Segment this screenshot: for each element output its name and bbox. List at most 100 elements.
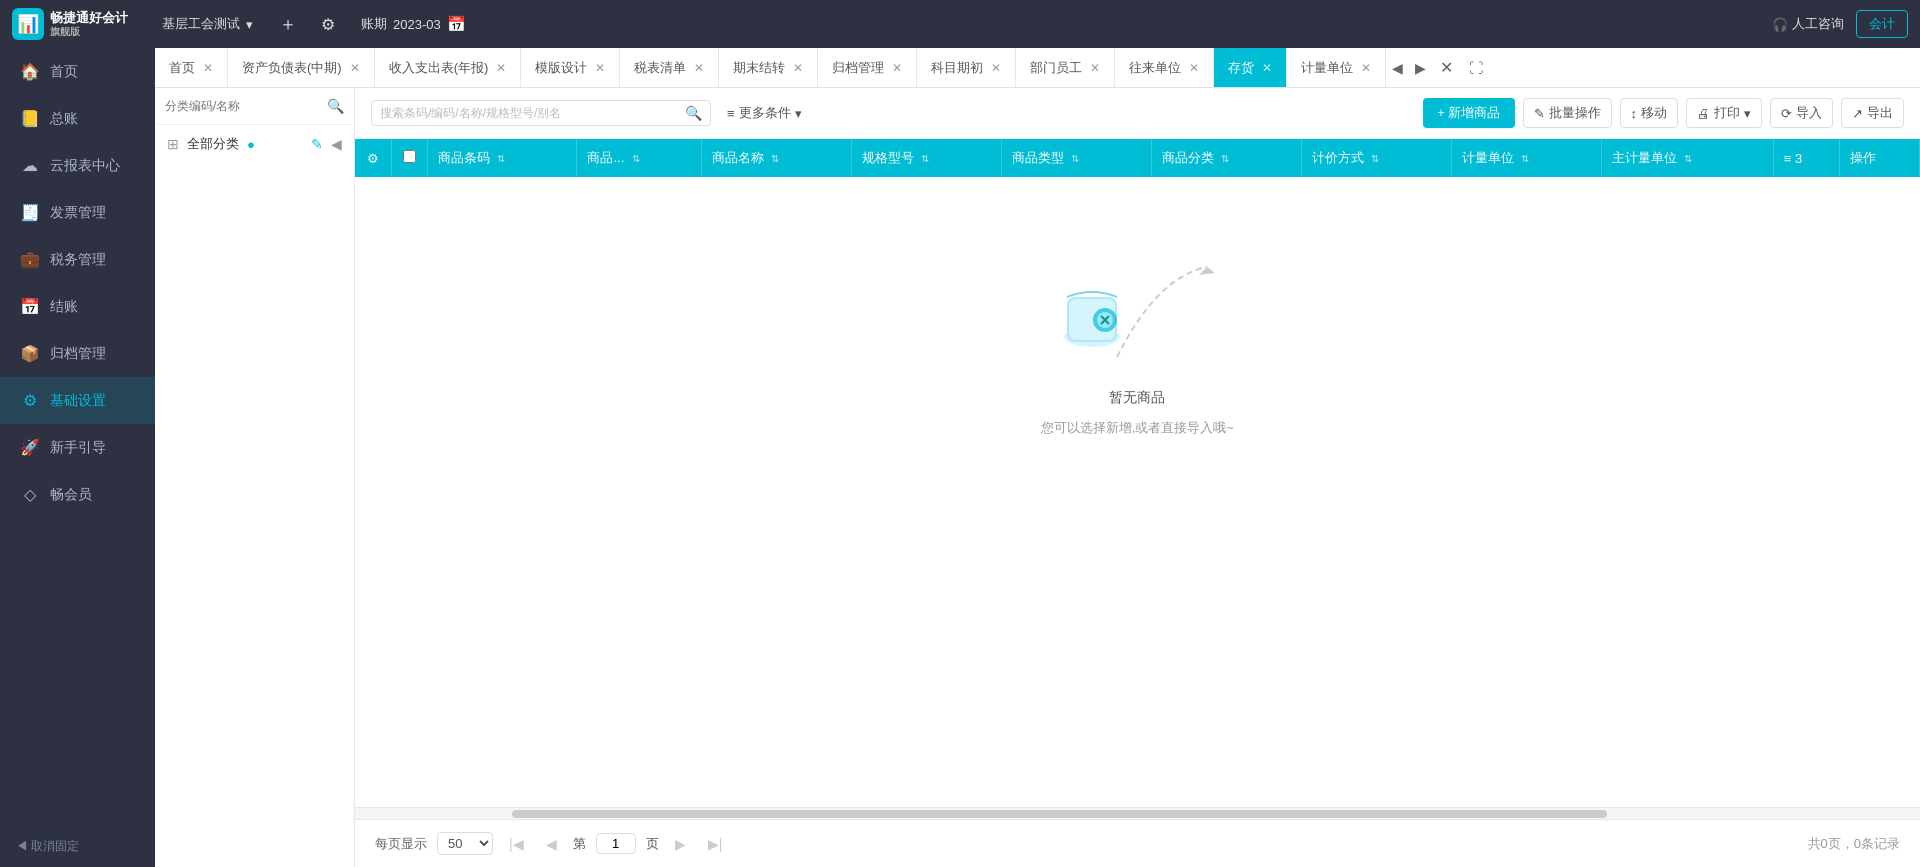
period-label: 账期 <box>361 15 387 33</box>
tab-period[interactable]: 期末结转 ✕ <box>719 48 818 87</box>
tab-template[interactable]: 模版设计 ✕ <box>521 48 620 87</box>
sidebar-item-close[interactable]: 📅 结账 <box>0 283 155 330</box>
category-search-input[interactable] <box>165 99 321 113</box>
member-icon: ◇ <box>20 485 40 504</box>
next-page-button[interactable]: ▶ <box>669 834 692 854</box>
tab-next-button[interactable]: ▶ <box>1409 48 1432 87</box>
page-number-input[interactable] <box>596 833 636 854</box>
col-checkbox[interactable] <box>391 139 427 177</box>
sidebar-item-guide[interactable]: 🚀 新手引导 <box>0 424 155 471</box>
tab-archive-close[interactable]: ✕ <box>892 62 902 74</box>
tab-income-close[interactable]: ✕ <box>496 62 506 74</box>
sidebar-item-settings[interactable]: ⚙ 基础设置 <box>0 377 155 424</box>
tab-dept-close[interactable]: ✕ <box>1090 62 1100 74</box>
category-active-indicator: ● <box>247 137 255 152</box>
move-button[interactable]: ↕ 移动 <box>1620 98 1679 128</box>
col-spec[interactable]: 规格型号 ⇅ <box>851 139 1001 177</box>
category-edit-button[interactable]: ✎ <box>311 136 323 152</box>
company-selector[interactable]: 基层工会测试 ▾ <box>154 11 261 37</box>
tab-balance[interactable]: 资产负债表(中期) ✕ <box>228 48 375 87</box>
tab-subject-close[interactable]: ✕ <box>991 62 1001 74</box>
col-unit[interactable]: 计量单位 ⇅ <box>1451 139 1601 177</box>
sort-type-icon: ⇅ <box>1071 153 1079 164</box>
horizontal-scrollbar[interactable] <box>355 807 1920 819</box>
sort-main-unit-icon: ⇅ <box>1684 153 1692 164</box>
sidebar-item-member[interactable]: ◇ 畅会员 <box>0 471 155 518</box>
account-button[interactable]: 会计 <box>1856 10 1908 38</box>
select-all-checkbox[interactable] <box>403 150 416 163</box>
last-page-button[interactable]: ▶| <box>702 834 729 854</box>
company-name: 基层工会测试 <box>162 15 240 33</box>
tab-inventory-label: 存货 <box>1228 59 1254 77</box>
sidebar-item-tax[interactable]: 💼 税务管理 <box>0 236 155 283</box>
tab-unit-close[interactable]: ✕ <box>1361 62 1371 74</box>
ai-help-button[interactable]: 🎧 人工咨询 <box>1772 15 1844 33</box>
per-page-select[interactable]: 50 100 200 <box>437 832 493 855</box>
tab-template-close[interactable]: ✕ <box>595 62 605 74</box>
category-search-button[interactable]: 🔍 <box>327 98 344 114</box>
tab-prev-button[interactable]: ◀ <box>1386 48 1409 87</box>
tab-period-close[interactable]: ✕ <box>793 62 803 74</box>
tab-inventory-close[interactable]: ✕ <box>1262 62 1272 74</box>
settings-gear-button[interactable]: ⚙ <box>315 15 341 34</box>
col-type[interactable]: 商品类型 ⇅ <box>1001 139 1151 177</box>
sidebar-item-archive[interactable]: 📦 归档管理 <box>0 330 155 377</box>
sidebar-unpin-button[interactable]: ◀ 取消固定 <box>0 826 155 867</box>
tab-subject[interactable]: 科目期初 ✕ <box>917 48 1016 87</box>
tab-close-all-button[interactable]: ✕ <box>1432 48 1461 87</box>
content-area: 首页 ✕ 资产负债表(中期) ✕ 收入支出表(年报) ✕ 模版设计 ✕ 税表清单… <box>155 48 1920 867</box>
prev-page-button[interactable]: ◀ <box>540 834 563 854</box>
tab-archive[interactable]: 归档管理 ✕ <box>818 48 917 87</box>
col-code[interactable]: 商品... ⇅ <box>577 139 701 177</box>
col-barcode[interactable]: 商品条码 ⇅ <box>427 139 577 177</box>
sidebar-item-home[interactable]: 🏠 首页 <box>0 48 155 95</box>
first-page-button[interactable]: |◀ <box>503 834 530 854</box>
sidebar-item-invoice[interactable]: 🧾 发票管理 <box>0 189 155 236</box>
import-button[interactable]: ⟳ 导入 <box>1770 98 1833 128</box>
add-company-button[interactable]: ＋ <box>273 12 303 36</box>
calendar-icon[interactable]: 📅 <box>447 15 466 33</box>
print-button[interactable]: 🖨 打印 ▾ <box>1686 98 1762 128</box>
scrollbar-thumb[interactable] <box>512 810 1608 818</box>
col-barcode-label: 商品条码 <box>438 150 490 165</box>
close-icon: 📅 <box>20 297 40 316</box>
tab-inventory[interactable]: 存货 ✕ <box>1214 48 1287 87</box>
table-container: ⚙ 商品条码 ⇅ 商品... ⇅ <box>355 139 1920 807</box>
tab-partner-close[interactable]: ✕ <box>1189 62 1199 74</box>
category-collapse-button[interactable]: ◀ <box>331 136 342 152</box>
col-category-label: 商品分类 <box>1162 150 1214 165</box>
search-button[interactable]: 🔍 <box>685 105 702 121</box>
print-chevron-icon: ▾ <box>1744 106 1751 121</box>
export-button[interactable]: ↗ 导出 <box>1841 98 1904 128</box>
import-icon: ⟳ <box>1781 106 1792 121</box>
col-main-unit-label: 主计量单位 <box>1612 150 1677 165</box>
sort-barcode-icon: ⇅ <box>497 153 505 164</box>
filter-button[interactable]: ≡ 更多条件 ▾ <box>719 100 810 126</box>
batch-icon: ✎ <box>1534 106 1545 121</box>
add-product-button[interactable]: + 新增商品 <box>1423 98 1514 128</box>
search-input[interactable] <box>380 106 679 120</box>
tab-unit[interactable]: 计量单位 ✕ <box>1287 48 1386 87</box>
sidebar-item-ledger[interactable]: 📒 总账 <box>0 95 155 142</box>
tab-home[interactable]: 首页 ✕ <box>155 48 228 87</box>
filter-label: 更多条件 <box>739 104 791 122</box>
tab-tax[interactable]: 税表清单 ✕ <box>620 48 719 87</box>
tab-tax-close[interactable]: ✕ <box>694 62 704 74</box>
sidebar-item-report[interactable]: ☁ 云报表中心 <box>0 142 155 189</box>
col-price-mode[interactable]: 计价方式 ⇅ <box>1301 139 1451 177</box>
col-main-unit[interactable]: 主计量单位 ⇅ <box>1601 139 1773 177</box>
batch-operation-button[interactable]: ✎ 批量操作 <box>1523 98 1612 128</box>
tab-balance-close[interactable]: ✕ <box>350 62 360 74</box>
per-page-label: 每页显示 <box>375 835 427 853</box>
tab-dept[interactable]: 部门员工 ✕ <box>1016 48 1115 87</box>
col-settings[interactable]: ⚙ <box>355 139 391 177</box>
col-category[interactable]: 商品分类 ⇅ <box>1151 139 1301 177</box>
tab-home-close[interactable]: ✕ <box>203 62 213 74</box>
category-header: ⊞ 全部分类 ● ✎ ◀ <box>155 125 354 163</box>
col-extra[interactable]: ≡ 3 <box>1773 139 1840 177</box>
category-panel: 🔍 ⊞ 全部分类 ● ✎ ◀ <box>155 88 355 867</box>
tab-expand-button[interactable]: ⛶ <box>1461 48 1491 87</box>
col-name[interactable]: 商品名称 ⇅ <box>701 139 851 177</box>
tab-partner[interactable]: 往来单位 ✕ <box>1115 48 1214 87</box>
tab-income[interactable]: 收入支出表(年报) ✕ <box>375 48 522 87</box>
